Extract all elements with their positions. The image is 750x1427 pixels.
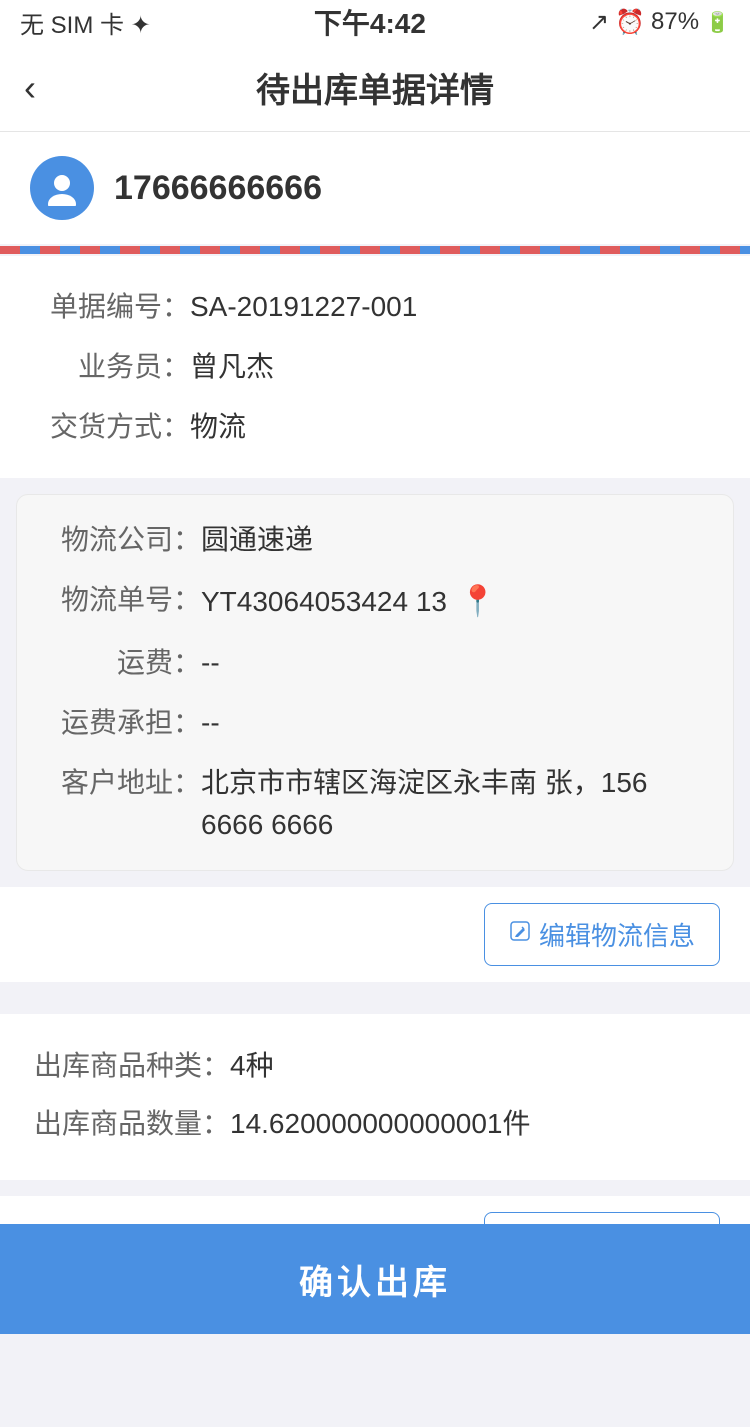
doc-number-row: 单据编号： SA-20191227-001 [30,286,720,328]
goods-quantity-row: 出库商品数量： 14.620000000000001件 [30,1102,720,1142]
status-left: 无 SIM 卡 ✦ [20,5,151,40]
logistics-section: 物流公司： 圆通速递 物流单号： YT43064053424 13 📍 运费： … [16,494,734,871]
edit-btn-row: 编辑物流信息 [0,887,750,982]
freight-label: 运费： [41,642,201,684]
dashed-divider [0,246,750,254]
goods-quantity-value: 14.620000000000001件 [230,1102,720,1142]
map-pin-icon[interactable]: 📍 [459,579,496,624]
edit-btn-label: 编辑物流信息 [539,916,695,953]
logistics-company-label: 物流公司： [41,519,201,561]
logistics-company-value: 圆通速递 [201,519,709,561]
section-divider [0,998,750,1014]
customer-section: 17666666666 [0,132,750,244]
tracking-value: YT43064053424 13 📍 [201,579,709,624]
delivery-row: 交货方式： 物流 [30,406,720,448]
freight-bearer-value: -- [201,702,709,744]
salesman-label: 业务员： [30,346,190,388]
address-label: 客户地址： [41,762,201,804]
freight-row: 运费： -- [41,642,709,684]
goods-types-value: 4种 [230,1044,720,1084]
doc-info-section: 单据编号： SA-20191227-001 业务员： 曾凡杰 交货方式： 物流 [0,256,750,478]
avatar [30,156,94,220]
battery-icon: 🔋 [705,10,730,35]
confirm-btn-label: 确认出库 [299,1255,451,1304]
status-right: ↗ ⏰ 87% 🔋 [589,8,730,37]
doc-number-value: SA-20191227-001 [190,286,720,328]
delivery-label: 交货方式： [30,406,190,448]
edit-icon [509,920,531,949]
tracking-label: 物流单号： [41,579,201,621]
freight-bearer-label: 运费承担： [41,702,201,744]
nav-bar: ‹ 待出库单据详情 [0,44,750,132]
address-row: 客户地址： 北京市市辖区海淀区永丰南 张，156 6666 6666 [41,762,709,846]
logistics-company-row: 物流公司： 圆通速递 [41,519,709,561]
location-icon: ↗ [589,8,609,37]
goods-quantity-label: 出库商品数量： [30,1102,230,1142]
back-button[interactable]: ‹ [24,67,36,109]
avatar-icon [44,170,80,206]
tracking-row: 物流单号： YT43064053424 13 📍 [41,579,709,624]
delivery-value: 物流 [190,406,720,448]
status-time: 下午4:42 [314,2,426,42]
goods-section: 出库商品种类： 4种 出库商品数量： 14.620000000000001件 [0,1014,750,1180]
confirm-outbound-button[interactable]: 确认出库 [0,1224,750,1334]
page-title: 待出库单据详情 [256,63,494,112]
sim-wifi-status: 无 SIM 卡 ✦ [20,5,151,40]
battery-level: 87% [651,8,699,36]
salesman-row: 业务员： 曾凡杰 [30,346,720,388]
customer-phone: 17666666666 [114,169,322,208]
edit-logistics-button[interactable]: 编辑物流信息 [484,903,720,966]
salesman-value: 曾凡杰 [190,346,720,388]
freight-bearer-row: 运费承担： -- [41,702,709,744]
status-bar: 无 SIM 卡 ✦ 下午4:42 ↗ ⏰ 87% 🔋 [0,0,750,44]
goods-types-label: 出库商品种类： [30,1044,230,1084]
alarm-icon: ⏰ [615,8,645,37]
address-value: 北京市市辖区海淀区永丰南 张，156 6666 6666 [201,762,709,846]
freight-value: -- [201,642,709,684]
doc-number-label: 单据编号： [30,286,190,328]
goods-types-row: 出库商品种类： 4种 [30,1044,720,1084]
